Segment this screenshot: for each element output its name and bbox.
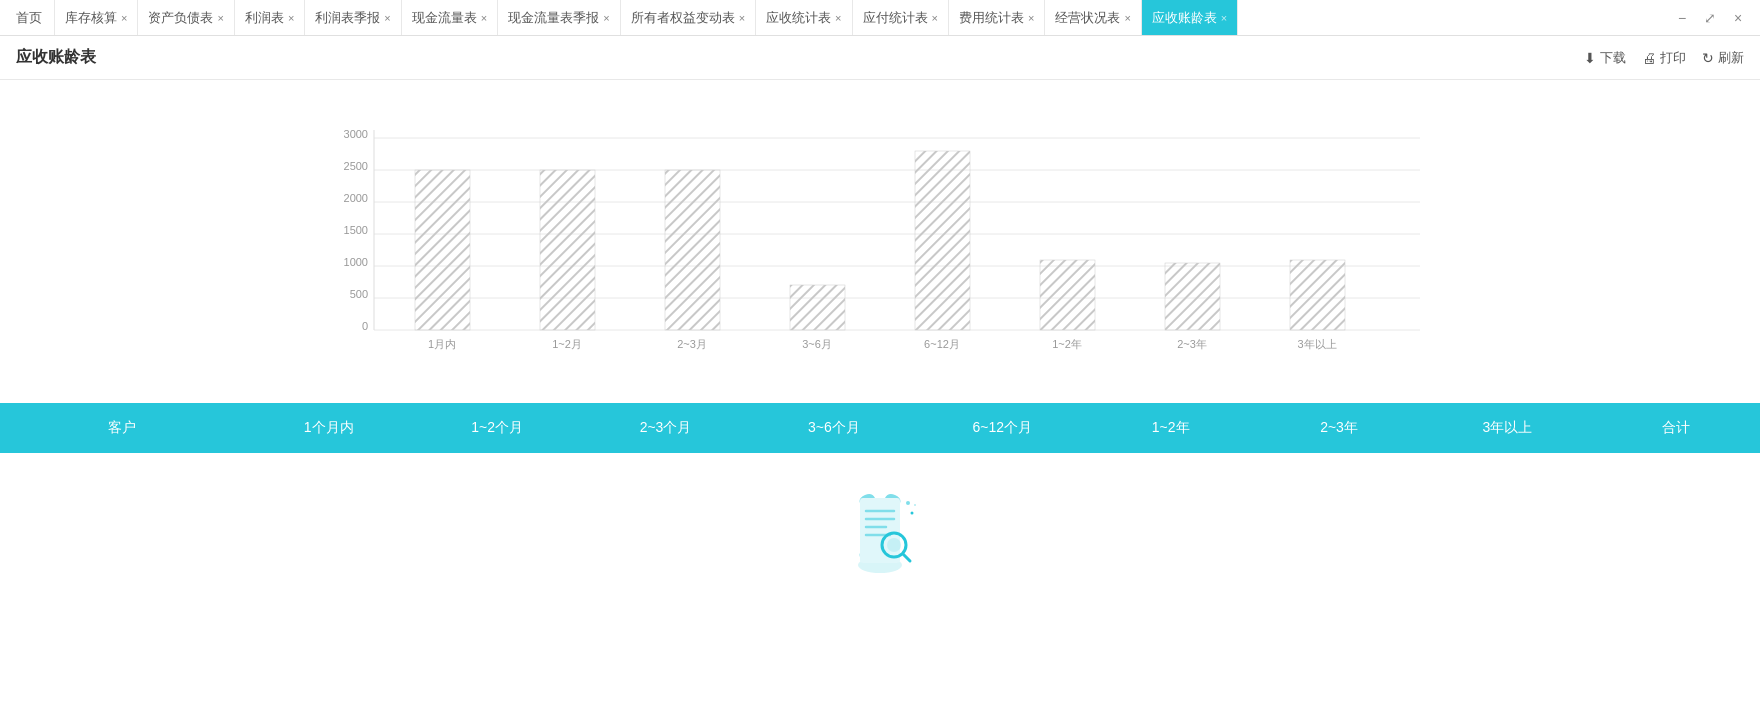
svg-text:1000: 1000 [344,256,368,268]
svg-text:2~3月: 2~3月 [677,338,707,350]
tab-operations[interactable]: 经营状况表 × [1045,0,1141,36]
svg-text:2~3年: 2~3年 [1177,338,1207,350]
svg-line-32 [903,554,910,561]
chart-container: 0 500 1000 1500 2000 2500 3000 [30,100,1730,383]
window-controls: − ⤢ × [1664,8,1756,28]
empty-illustration [830,483,930,583]
bar-1-2年 [1040,260,1095,330]
page-title: 应收账龄表 [16,47,96,68]
main-content: 0 500 1000 1500 2000 2500 3000 [0,80,1760,720]
close-balance-tab[interactable]: × [217,12,223,24]
svg-text:1500: 1500 [344,224,368,236]
tab-ar-aging[interactable]: 应收账龄表 × [1142,0,1238,36]
header-actions: ⬇ 下载 🖨 打印 ↻ 刷新 [1584,49,1744,67]
maximize-button[interactable]: ⤢ [1700,8,1720,28]
th-2-3year: 2~3年 [1255,419,1423,437]
bar-2-3月 [665,170,720,330]
close-profit-quarterly-tab[interactable]: × [384,12,390,24]
refresh-button[interactable]: ↻ 刷新 [1702,49,1744,67]
tab-ap-stat[interactable]: 应付统计表 × [853,0,949,36]
bar-2-3年 [1165,263,1220,330]
close-operations-tab[interactable]: × [1124,12,1130,24]
bar-3年以上 [1290,260,1345,330]
close-equity-tab[interactable]: × [739,12,745,24]
svg-text:1月内: 1月内 [428,338,456,350]
close-window-button[interactable]: × [1728,8,1748,28]
svg-text:3~6月: 3~6月 [802,338,832,350]
close-inventory-tab[interactable]: × [121,12,127,24]
th-2-3month: 2~3个月 [581,419,749,437]
refresh-icon: ↻ [1702,50,1714,66]
th-6-12month: 6~12个月 [918,419,1086,437]
tab-equity[interactable]: 所有者权益变动表 × [621,0,756,36]
th-3year-plus: 3年以上 [1423,419,1591,437]
svg-text:2500: 2500 [344,160,368,172]
close-ap-stat-tab[interactable]: × [932,12,938,24]
tab-expense-stat[interactable]: 费用统计表 × [949,0,1045,36]
close-expense-stat-tab[interactable]: × [1028,12,1034,24]
svg-text:1~2年: 1~2年 [1052,338,1082,350]
bar-1-2月 [540,170,595,330]
tab-cashflow-quarterly[interactable]: 现金流量表季报 × [498,0,620,36]
svg-text:6~12月: 6~12月 [924,338,960,350]
tab-balance[interactable]: 资产负债表 × [138,0,234,36]
minimize-button[interactable]: − [1672,8,1692,28]
close-ar-aging-tab[interactable]: × [1221,12,1227,24]
tab-bar: 首页 库存核算 × 资产负债表 × 利润表 × 利润表季报 × 现金流量表 × … [0,0,1760,36]
th-1-2month: 1~2个月 [413,419,581,437]
close-cashflow-quarterly-tab[interactable]: × [603,12,609,24]
tab-ar-stat[interactable]: 应收统计表 × [756,0,852,36]
th-1-2year: 1~2年 [1086,419,1254,437]
print-icon: 🖨 [1642,50,1656,66]
bar-chart: 0 500 1000 1500 2000 2500 3000 [30,100,1730,380]
print-button[interactable]: 🖨 打印 [1642,49,1686,67]
bar-1月内 [415,170,470,330]
svg-rect-25 [860,498,900,563]
svg-text:0: 0 [362,320,368,332]
bar-3-6月 [790,285,845,330]
svg-text:3000: 3000 [344,128,368,140]
th-customer: 客户 [0,419,245,437]
close-ar-stat-tab[interactable]: × [835,12,841,24]
th-3-6month: 3~6个月 [750,419,918,437]
svg-point-35 [914,504,916,506]
th-total: 合计 [1592,419,1760,437]
chart-area: 0 500 1000 1500 2000 2500 3000 [0,80,1760,403]
tab-profit[interactable]: 利润表 × [235,0,305,36]
bar-6-12月 [915,151,970,330]
table-header: 客户 1个月内 1~2个月 2~3个月 3~6个月 6~12个月 1~2年 2~… [0,403,1760,453]
tab-home[interactable]: 首页 [4,0,55,36]
svg-text:1~2月: 1~2月 [552,338,582,350]
empty-state [0,453,1760,720]
svg-text:500: 500 [350,288,368,300]
tab-cashflow[interactable]: 现金流量表 × [402,0,498,36]
page-header: 应收账龄表 ⬇ 下载 🖨 打印 ↻ 刷新 [0,36,1760,80]
tab-inventory[interactable]: 库存核算 × [55,0,138,36]
close-cashflow-tab[interactable]: × [481,12,487,24]
svg-text:2000: 2000 [344,192,368,204]
download-button[interactable]: ⬇ 下载 [1584,49,1626,67]
svg-point-31 [887,538,901,552]
tab-profit-quarterly[interactable]: 利润表季报 × [305,0,401,36]
svg-point-33 [906,501,910,505]
svg-point-34 [911,512,914,515]
download-icon: ⬇ [1584,50,1596,66]
close-profit-tab[interactable]: × [288,12,294,24]
th-1month: 1个月内 [245,419,413,437]
svg-text:3年以上: 3年以上 [1297,338,1336,350]
